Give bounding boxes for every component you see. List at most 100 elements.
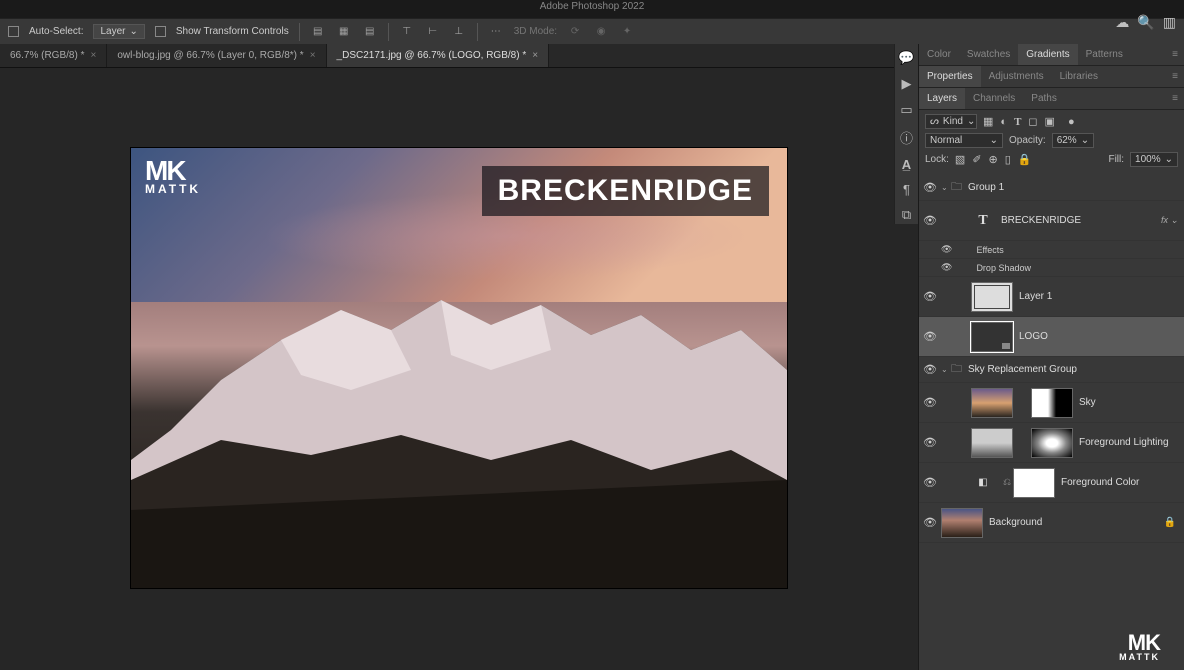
tab-properties[interactable]: Properties — [919, 66, 981, 87]
comment-icon[interactable]: 💬 — [898, 50, 914, 66]
search-icon[interactable]: 🔍 — [1137, 14, 1154, 31]
show-transform-checkbox[interactable] — [155, 26, 166, 37]
auto-select-label: Auto-Select: — [29, 26, 83, 37]
para-icon[interactable]: ¶ — [903, 182, 910, 197]
layer-sky-group[interactable]: 👁 ⌄ 🗀 Sky Replacement Group — [919, 357, 1184, 383]
visibility-icon[interactable]: 👁 — [919, 436, 941, 449]
tab-0[interactable]: 66.7% (RGB/8) *× — [0, 44, 107, 67]
tab-2[interactable]: _DSC2171.jpg @ 66.7% (LOGO, RGB/8) *× — [327, 44, 550, 67]
panel-menu-icon[interactable]: ≡ — [1166, 93, 1184, 104]
visibility-icon[interactable]: 👁 — [919, 330, 941, 343]
chevron-down-icon[interactable]: ⌄ — [941, 183, 951, 192]
document-canvas[interactable]: MK MATTK BRECKENRIDGE — [131, 148, 787, 588]
chevron-down-icon: ⌄ — [1081, 135, 1089, 146]
char-icon[interactable]: A̲ — [902, 157, 911, 172]
close-icon[interactable]: × — [310, 50, 316, 61]
history-icon[interactable]: ⧉ — [902, 207, 911, 223]
align-mid-icon[interactable]: ⊢ — [425, 24, 441, 40]
lock-paint-icon[interactable]: ✐ — [972, 153, 981, 166]
type-layer-icon: T — [971, 209, 995, 233]
mask-thumb — [1031, 428, 1073, 458]
chevron-down-icon: ⌄ — [130, 26, 138, 37]
align-center-icon[interactable]: ▦ — [336, 24, 352, 40]
watermark: MK MATTK — [1119, 634, 1160, 662]
layer-effects[interactable]: 👁 Effects — [919, 241, 1184, 259]
filter-toggle-icon[interactable]: ● — [1068, 116, 1075, 128]
visibility-icon[interactable]: 👁 — [919, 396, 941, 409]
layer-group1[interactable]: 👁 ⌄ 🗀 Group 1 — [919, 175, 1184, 201]
auto-select-dropdown[interactable]: Layer⌄ — [93, 24, 144, 39]
3d-icon-3: ✦ — [619, 24, 635, 40]
layer-thumb — [941, 508, 983, 538]
right-panels: Color Swatches Gradients Patterns ≡ Prop… — [918, 44, 1184, 670]
layer-logo[interactable]: 👁 LOGO — [919, 317, 1184, 357]
align-bot-icon[interactable]: ⊥ — [451, 24, 467, 40]
visibility-icon[interactable]: 👁 — [919, 214, 941, 227]
lock-nest-icon[interactable]: ▯ — [1005, 153, 1011, 166]
tab-layers[interactable]: Layers — [919, 88, 965, 109]
tab-channels[interactable]: Channels — [965, 88, 1023, 109]
filter-adjust-icon[interactable]: ◐ — [1000, 116, 1007, 128]
blend-mode-dropdown[interactable]: Normal⌄ — [925, 133, 1003, 148]
chat-icon[interactable]: ▭ — [900, 102, 912, 118]
cloud-icon[interactable]: ☁ — [1115, 14, 1129, 31]
filter-shape-icon[interactable]: ◻ — [1028, 115, 1037, 128]
folder-icon: 🗀 — [951, 178, 962, 197]
align-right-icon[interactable]: ▤ — [362, 24, 378, 40]
tab-1[interactable]: owl-blog.jpg @ 66.7% (Layer 0, RGB/8*) *… — [107, 44, 326, 67]
layer-fg-color[interactable]: 👁 ◧ ⎌ Foreground Color — [919, 463, 1184, 503]
auto-select-checkbox[interactable] — [8, 26, 19, 37]
align-left-icon[interactable]: ▤ — [310, 24, 326, 40]
tab-paths[interactable]: Paths — [1023, 88, 1065, 109]
tab-libraries[interactable]: Libraries — [1052, 66, 1106, 87]
fill-label: Fill: — [1108, 154, 1124, 165]
filter-pixel-icon[interactable]: ▦ — [983, 115, 993, 128]
panel-menu-icon[interactable]: ≡ — [1166, 49, 1184, 60]
chevron-down-icon: ⌄ — [967, 116, 975, 127]
link-icon[interactable]: ⎌ — [1001, 477, 1013, 488]
layer-fg-lighting[interactable]: 👁 Foreground Lighting — [919, 423, 1184, 463]
visibility-icon[interactable]: 👁 — [941, 244, 952, 255]
chevron-down-icon: ⌄ — [990, 135, 998, 146]
opacity-field[interactable]: 62%⌄ — [1052, 133, 1094, 148]
visibility-icon[interactable]: 👁 — [941, 262, 952, 273]
tab-patterns[interactable]: Patterns — [1078, 44, 1131, 65]
layer-breckenridge[interactable]: 👁 T BRECKENRIDGE fx ⌄ — [919, 201, 1184, 241]
tab-gradients[interactable]: Gradients — [1018, 44, 1077, 65]
visibility-icon[interactable]: 👁 — [919, 516, 941, 529]
fill-field[interactable]: 100%⌄ — [1130, 152, 1178, 167]
layers-panel-tabs: Layers Channels Paths ≡ — [919, 88, 1184, 110]
visibility-icon[interactable]: 👁 — [919, 476, 941, 489]
lock-trans-icon[interactable]: ▧ — [955, 153, 965, 166]
visibility-icon[interactable]: 👁 — [919, 181, 941, 194]
color-panel-tabs: Color Swatches Gradients Patterns ≡ — [919, 44, 1184, 66]
tab-adjustments[interactable]: Adjustments — [981, 66, 1052, 87]
lock-icon[interactable]: 🔒 — [1164, 517, 1176, 528]
tab-color[interactable]: Color — [919, 44, 959, 65]
visibility-icon[interactable]: 👁 — [919, 290, 941, 303]
panel-menu-icon[interactable]: ≡ — [1166, 71, 1184, 82]
layer-drop-shadow[interactable]: 👁 Drop Shadow — [919, 259, 1184, 277]
filter-smart-icon[interactable]: ▣ — [1045, 115, 1055, 128]
tab-swatches[interactable]: Swatches — [959, 44, 1018, 65]
layer-background[interactable]: 👁 Background 🔒 — [919, 503, 1184, 543]
3d-mode-label: 3D Mode: — [514, 26, 557, 37]
close-icon[interactable]: × — [90, 50, 96, 61]
align-top-icon[interactable]: ⊤ — [399, 24, 415, 40]
lock-all-icon[interactable]: 🔒 — [1018, 153, 1032, 166]
fx-badge[interactable]: fx ⌄ — [1161, 215, 1178, 226]
visibility-icon[interactable]: 👁 — [919, 363, 941, 376]
right-toolbar: 💬 ▶ ▭ ⓘ A̲ ¶ ⧉ — [894, 44, 918, 224]
play-icon[interactable]: ▶ — [902, 76, 912, 92]
layer-sky[interactable]: 👁 Sky — [919, 383, 1184, 423]
workspace-icon[interactable]: ▥ — [1163, 14, 1176, 31]
info-icon[interactable]: ⓘ — [900, 128, 913, 147]
close-icon[interactable]: × — [532, 50, 538, 61]
title-bar: Adobe Photoshop 2022 — [0, 0, 1184, 18]
layer-layer1[interactable]: 👁 Layer 1 — [919, 277, 1184, 317]
chevron-down-icon[interactable]: ⌄ — [941, 365, 951, 374]
lock-pos-icon[interactable]: ⊕ — [989, 153, 998, 166]
more-icon[interactable]: ⋯ — [488, 24, 504, 40]
filter-type-icon[interactable]: T — [1014, 116, 1021, 128]
filter-kind-dropdown[interactable]: ᔕKind⌄ — [925, 114, 977, 129]
